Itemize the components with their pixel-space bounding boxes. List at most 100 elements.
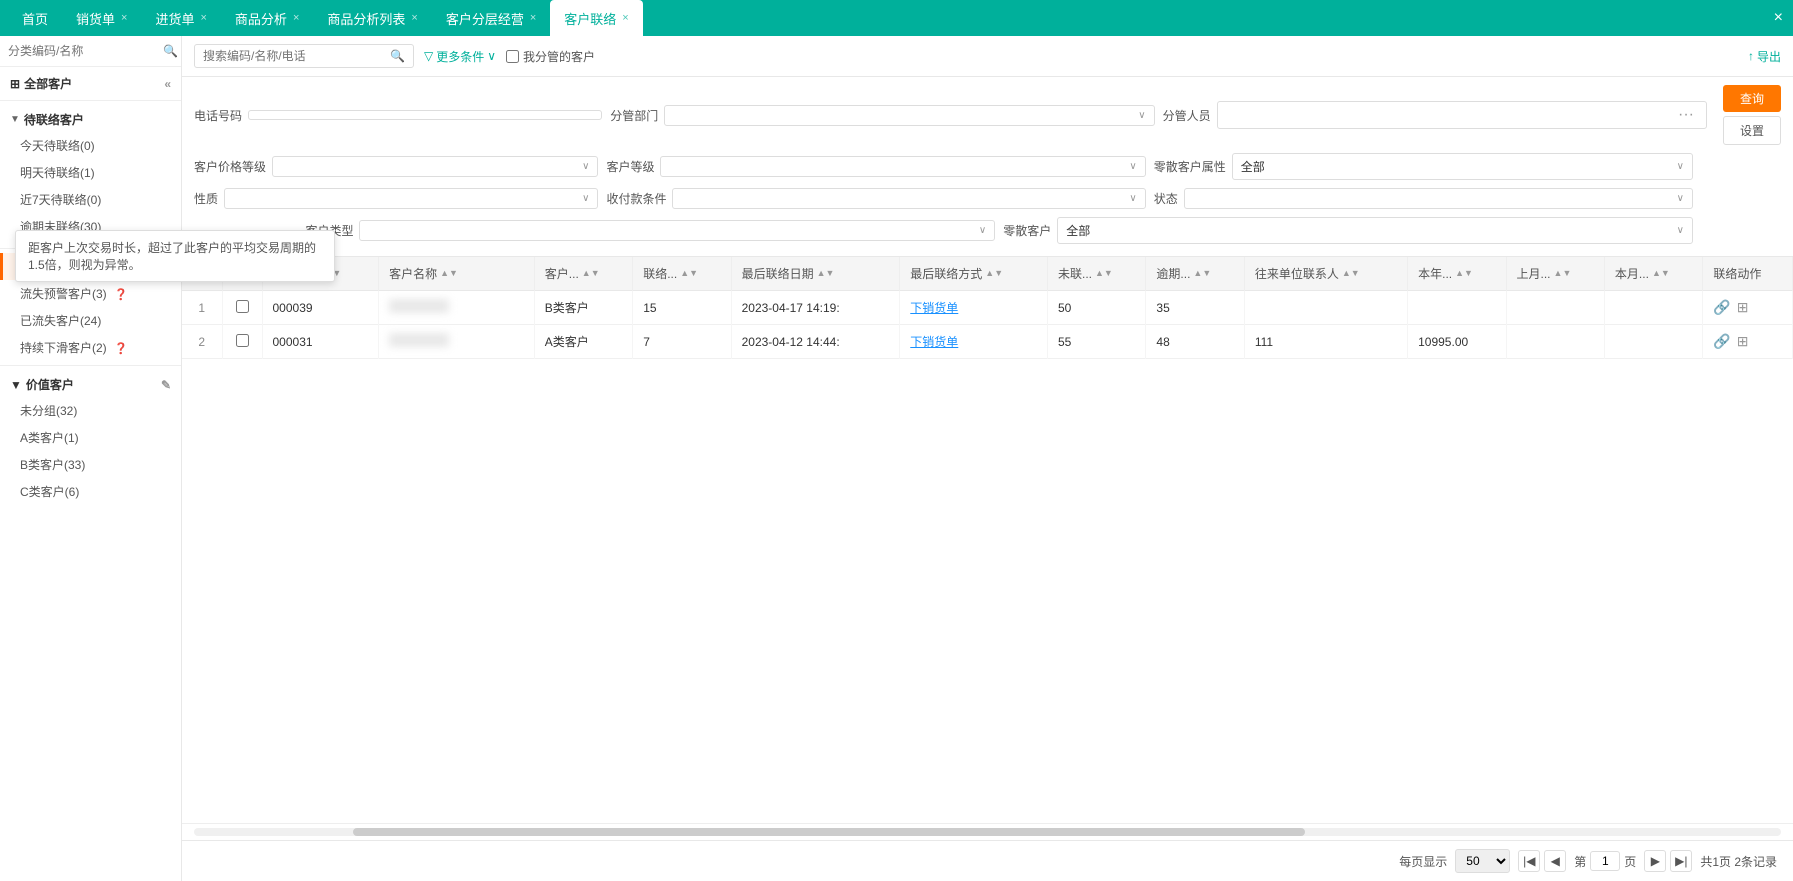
nav-item-goods-analysis-list[interactable]: 商品分析列表 × [313, 0, 431, 36]
customer-type-select[interactable]: ∨ [359, 220, 995, 241]
sidebar-item-today[interactable]: 今天待联络(0) [0, 132, 181, 159]
filter-status: 状态 ∨ [1154, 188, 1693, 209]
sidebar-search-icon[interactable]: 🔍 [163, 44, 178, 58]
sidebar-item-declining[interactable]: 持续下滑客户(2) ❓ [0, 334, 181, 361]
row1-contact: 15 [633, 291, 731, 325]
sort-type-icon: ▲▼ [582, 269, 600, 278]
dept-select[interactable]: ∨ [664, 105, 1154, 126]
price-level-label: 客户价格等级 [194, 158, 266, 175]
th-last-month[interactable]: 上月... ▲▼ [1506, 257, 1604, 291]
row1-grid-icon[interactable]: ⊞ [1737, 299, 1749, 316]
row1-select-checkbox[interactable] [236, 300, 249, 313]
retail-attr-select[interactable]: 全部 ∨ [1232, 153, 1693, 180]
th-last-method[interactable]: 最后联络方式 ▲▼ [900, 257, 1048, 291]
nav-label-home: 首页 [22, 9, 48, 28]
nav-item-sales[interactable]: 销货单 × [62, 0, 141, 36]
value-arrow-icon: ▼ [10, 378, 22, 392]
my-customers-checkbox[interactable] [506, 50, 519, 63]
th-unit-contact[interactable]: 往来单位联系人 ▲▼ [1244, 257, 1407, 291]
sidebar-item-class-b[interactable]: B类客户(33) [0, 451, 181, 478]
close-all-tabs[interactable]: × [1774, 9, 1783, 27]
row2-this-month [1604, 325, 1702, 359]
nav-item-purchase[interactable]: 进货单 × [141, 0, 220, 36]
payment-select[interactable]: ∨ [672, 188, 1145, 209]
th-overdue[interactable]: 逾期... ▲▼ [1146, 257, 1244, 291]
th-this-month[interactable]: 本月... ▲▼ [1604, 257, 1702, 291]
export-button[interactable]: ↑ 导出 [1748, 48, 1781, 65]
nav-item-goods-analysis[interactable]: 商品分析 × [221, 0, 313, 36]
th-contact[interactable]: 联络... ▲▼ [633, 257, 731, 291]
nav-close-customer-tier[interactable]: × [530, 12, 536, 24]
phone-select[interactable] [248, 110, 602, 120]
retail-select[interactable]: 全部 ∨ [1057, 217, 1693, 244]
gender-select[interactable]: ∨ [224, 188, 598, 209]
scrollbar-thumb[interactable] [353, 828, 1305, 836]
th-last-date[interactable]: 最后联络日期 ▲▼ [731, 257, 900, 291]
per-page-select[interactable]: 50 100 200 [1455, 849, 1510, 873]
nav-close-purchase[interactable]: × [200, 12, 206, 24]
sidebar-item-unclassified[interactable]: 未分组(32) [0, 397, 181, 424]
sidebar-item-tomorrow[interactable]: 明天待联络(1) [0, 159, 181, 186]
first-page-btn[interactable]: |◀ [1518, 850, 1540, 872]
query-button[interactable]: 查询 [1723, 85, 1781, 112]
sidebar-collapse-icon[interactable]: « [164, 77, 171, 91]
sidebar-item-churned[interactable]: 已流失客户(24) [0, 307, 181, 334]
prev-page-btn[interactable]: ◀ [1544, 850, 1566, 872]
sidebar-value-group-label[interactable]: ▼ 价值客户 ✎ [0, 370, 181, 397]
row1-name [379, 291, 535, 325]
page-input[interactable] [1590, 851, 1620, 871]
search-bar-icon[interactable]: 🔍 [390, 49, 405, 63]
sidebar-item-churn-warning[interactable]: 流失预警客户(3) ❓ [0, 280, 181, 307]
nav-item-customer-contact[interactable]: 客户联络 × [550, 0, 642, 36]
sidebar-item-7days[interactable]: 近7天待联络(0) [0, 186, 181, 213]
nav-close-customer-contact[interactable]: × [622, 12, 628, 24]
row2-link-icon[interactable]: 🔗 [1713, 333, 1730, 350]
manager-select[interactable]: ··· [1217, 101, 1707, 129]
sidebar-item-class-a[interactable]: A类客户(1) [0, 424, 181, 451]
sidebar-all-customers-header: ⊞ 全部客户 « [0, 67, 181, 101]
bottom-scrollbar[interactable] [182, 823, 1793, 840]
nav-item-customer-tier[interactable]: 客户分层经营 × [432, 0, 550, 36]
sidebar-search-input[interactable] [8, 44, 163, 58]
sidebar-all-label: 全部客户 [24, 75, 72, 92]
row2-select-checkbox[interactable] [236, 334, 249, 347]
sort-thismonth-icon: ▲▼ [1652, 269, 1670, 278]
row2-grid-icon[interactable]: ⊞ [1737, 333, 1749, 350]
pagination-total: 共1页 2条记录 [1700, 853, 1777, 870]
row1-link-icon[interactable]: 🔗 [1713, 299, 1730, 316]
row2-last-method: 下销货单 [900, 325, 1048, 359]
th-type[interactable]: 客户... ▲▼ [534, 257, 632, 291]
th-unpaid[interactable]: 未联... ▲▼ [1048, 257, 1146, 291]
sidebar-divider-2 [0, 365, 181, 366]
th-this-year[interactable]: 本年... ▲▼ [1408, 257, 1506, 291]
sidebar-item-class-c[interactable]: C类客户(6) [0, 478, 181, 505]
page-unit: 页 [1624, 853, 1636, 870]
grade-select[interactable]: ∨ [660, 156, 1145, 177]
manager-dots[interactable]: ··· [1674, 106, 1698, 124]
row2-code: 000031 [262, 325, 379, 359]
nav-close-goods-analysis-list[interactable]: × [411, 12, 417, 24]
row2-method-link[interactable]: 下销货单 [910, 335, 958, 349]
price-level-select[interactable]: ∨ [272, 156, 598, 177]
th-name[interactable]: 客户名称 ▲▼ [379, 257, 535, 291]
last-page-btn[interactable]: ▶| [1670, 850, 1692, 872]
nav-item-home[interactable]: 首页 [8, 0, 62, 36]
row2-this-year: 10995.00 [1408, 325, 1506, 359]
more-conditions-btn[interactable]: ▽ 更多条件 ∨ [424, 48, 496, 65]
sidebar-pending-group-label[interactable]: ▼ 待联络客户 [0, 105, 181, 132]
row2-overdue: 48 [1146, 325, 1244, 359]
row1-method-link[interactable]: 下销货单 [910, 301, 958, 315]
next-page-btn[interactable]: ▶ [1644, 850, 1666, 872]
table-row: 1 000039 B类客户 15 2023-04-17 14:19: 下销货单 [182, 291, 1793, 325]
settings-button[interactable]: 设置 [1723, 116, 1781, 145]
search-input[interactable] [203, 49, 390, 63]
status-select[interactable]: ∨ [1184, 188, 1693, 209]
export-label: 导出 [1757, 48, 1781, 65]
row1-this-year [1408, 291, 1506, 325]
nav-close-goods-analysis[interactable]: × [293, 12, 299, 24]
sidebar: 🔍 ⊞ 全部客户 « ▼ 待联络客户 今天待联络(0) 明天待联络(1) 近7天… [0, 36, 182, 881]
table-area: ⚙ 客户编码 ▲▼ 客户名称 [182, 257, 1793, 823]
edit-icon[interactable]: ✎ [161, 378, 171, 392]
my-customers-toggle[interactable]: 我分管的客户 [506, 48, 595, 65]
nav-close-sales[interactable]: × [121, 12, 127, 24]
